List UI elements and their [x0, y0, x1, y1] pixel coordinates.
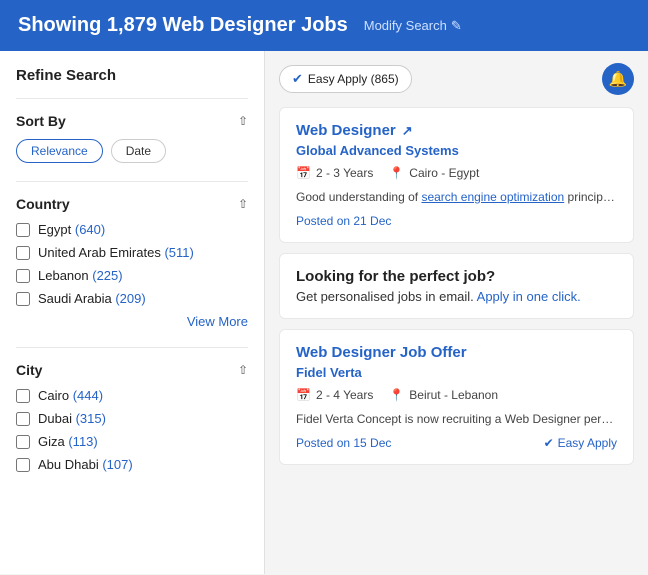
filter-bar: ✔ Easy Apply (865) 🔔: [279, 63, 634, 95]
sidebar: Refine Search Sort By ⇧ Relevance Date C…: [0, 51, 265, 574]
desc-highlight-1: search engine optimization: [421, 190, 564, 204]
apply-link[interactable]: Apply in one click.: [477, 289, 581, 304]
city-giza-checkbox[interactable]: [16, 435, 30, 449]
job-footer-2: Posted on 15 Dec ✔ Easy Apply: [296, 436, 617, 450]
country-saudi-checkbox[interactable]: [16, 292, 30, 306]
showing-prefix: Showing: [18, 14, 107, 36]
job-title-1: Web Designer ↗: [296, 122, 617, 139]
country-header: Country ⇧: [16, 196, 248, 212]
location-icon-1: 📍: [389, 166, 404, 180]
city-cairo-label: Cairo (444): [38, 388, 103, 403]
promo-card: Looking for the perfect job? Get persona…: [279, 253, 634, 319]
city-cairo-checkbox[interactable]: [16, 389, 30, 403]
city-chevron-icon: ⇧: [238, 363, 248, 377]
posted-date-2: Posted on 15 Dec: [296, 436, 391, 450]
promo-desc: Get personalised jobs in email. Apply in…: [296, 289, 617, 304]
country-saudi: Saudi Arabia (209): [16, 291, 248, 306]
city-header: City ⇧: [16, 362, 248, 378]
country-uae: United Arab Emirates (511): [16, 245, 248, 260]
country-uae-label: United Arab Emirates (511): [38, 245, 194, 260]
city-section: City ⇧ Cairo (444) Dubai (315) Giza (113…: [16, 362, 248, 472]
easy-apply-text: Easy Apply: [558, 436, 617, 450]
country-egypt-label: Egypt (640): [38, 222, 105, 237]
country-lebanon-label: Lebanon (225): [38, 268, 123, 283]
job-meta-2: 📅 2 - 4 Years 📍 Beirut - Lebanon: [296, 388, 617, 402]
country-egypt-checkbox[interactable]: [16, 223, 30, 237]
pencil-icon: ✎: [451, 18, 462, 34]
country-saudi-label: Saudi Arabia (209): [38, 291, 146, 306]
job-title-2: Web Designer Job Offer: [296, 344, 617, 361]
relevance-sort-button[interactable]: Relevance: [16, 139, 103, 163]
job-meta-1: 📅 2 - 3 Years 📍 Cairo - Egypt: [296, 166, 617, 180]
easy-apply-filter[interactable]: ✔ Easy Apply (865): [279, 65, 412, 93]
page-title: Showing 1,879 Web Designer Jobs: [18, 14, 348, 37]
city-dubai: Dubai (315): [16, 411, 248, 426]
easy-apply-tag-2[interactable]: ✔ Easy Apply: [544, 436, 617, 450]
job-title-text-2[interactable]: Web Designer Job Offer: [296, 344, 467, 361]
city-giza-label: Giza (113): [38, 434, 98, 449]
sort-by-section: Sort By ⇧ Relevance Date: [16, 113, 248, 163]
country-chevron-icon: ⇧: [238, 197, 248, 211]
main-layout: Refine Search Sort By ⇧ Relevance Date C…: [0, 51, 648, 574]
city-abudhabi-label: Abu Dhabi (107): [38, 457, 133, 472]
briefcase-icon-1: 📅: [296, 166, 311, 180]
location-text-2: Beirut - Lebanon: [409, 388, 498, 402]
easy-apply-check-icon: ✔: [292, 71, 303, 87]
country-view-more[interactable]: View More: [16, 314, 248, 329]
job-description-1: Good understanding of search engine opti…: [296, 188, 617, 206]
company-name-2[interactable]: Fidel Verta: [296, 365, 617, 380]
location-meta-1: 📍 Cairo - Egypt: [389, 166, 479, 180]
experience-text-2: 2 - 4 Years: [316, 388, 373, 402]
country-lebanon: Lebanon (225): [16, 268, 248, 283]
experience-text-1: 2 - 3 Years: [316, 166, 373, 180]
posted-date-1: Posted on 21 Dec: [296, 214, 617, 228]
modify-search-label: Modify Search: [364, 18, 447, 33]
city-giza: Giza (113): [16, 434, 248, 449]
modify-search-link[interactable]: Modify Search ✎: [364, 18, 462, 34]
job-card-2: Web Designer Job Offer Fidel Verta 📅 2 -…: [279, 329, 634, 465]
location-text-1: Cairo - Egypt: [409, 166, 479, 180]
city-abudhabi-checkbox[interactable]: [16, 458, 30, 472]
briefcase-icon-2: 📅: [296, 388, 311, 402]
sort-by-label: Sort By: [16, 113, 66, 129]
divider-3: [16, 347, 248, 348]
country-egypt: Egypt (640): [16, 222, 248, 237]
city-cairo: Cairo (444): [16, 388, 248, 403]
refine-search-title: Refine Search: [16, 67, 248, 84]
promo-title: Looking for the perfect job?: [296, 268, 617, 285]
city-label: City: [16, 362, 42, 378]
bell-icon: 🔔: [609, 70, 628, 88]
jobs-count: 1,879: [107, 14, 157, 36]
date-sort-button[interactable]: Date: [111, 139, 166, 163]
job-card-1: Web Designer ↗ Global Advanced Systems 📅…: [279, 107, 634, 243]
country-section: Country ⇧ Egypt (640) United Arab Emirat…: [16, 196, 248, 329]
divider-2: [16, 181, 248, 182]
city-dubai-label: Dubai (315): [38, 411, 106, 426]
page-header: Showing 1,879 Web Designer Jobs Modify S…: [0, 0, 648, 51]
sort-buttons: Relevance Date: [16, 139, 248, 163]
divider-1: [16, 98, 248, 99]
city-dubai-checkbox[interactable]: [16, 412, 30, 426]
country-label: Country: [16, 196, 70, 212]
external-link-icon-1: ↗: [402, 123, 413, 139]
experience-meta-2: 📅 2 - 4 Years: [296, 388, 373, 402]
easy-apply-check-small: ✔: [544, 436, 554, 450]
job-description-2: Fidel Verta Concept is now recruiting a …: [296, 410, 617, 428]
results-panel: ✔ Easy Apply (865) 🔔 Web Designer ↗ Glob…: [265, 51, 648, 574]
job-title-text-1[interactable]: Web Designer: [296, 122, 396, 139]
sort-by-header: Sort By ⇧: [16, 113, 248, 129]
experience-meta-1: 📅 2 - 3 Years: [296, 166, 373, 180]
location-icon-2: 📍: [389, 388, 404, 402]
notification-bell-button[interactable]: 🔔: [602, 63, 634, 95]
company-name-1[interactable]: Global Advanced Systems: [296, 143, 617, 158]
country-uae-checkbox[interactable]: [16, 246, 30, 260]
sort-chevron-icon: ⇧: [238, 114, 248, 128]
jobs-label: Web Designer Jobs: [157, 14, 348, 36]
country-lebanon-checkbox[interactable]: [16, 269, 30, 283]
location-meta-2: 📍 Beirut - Lebanon: [389, 388, 498, 402]
easy-apply-label: Easy Apply (865): [308, 72, 399, 86]
city-abudhabi: Abu Dhabi (107): [16, 457, 248, 472]
